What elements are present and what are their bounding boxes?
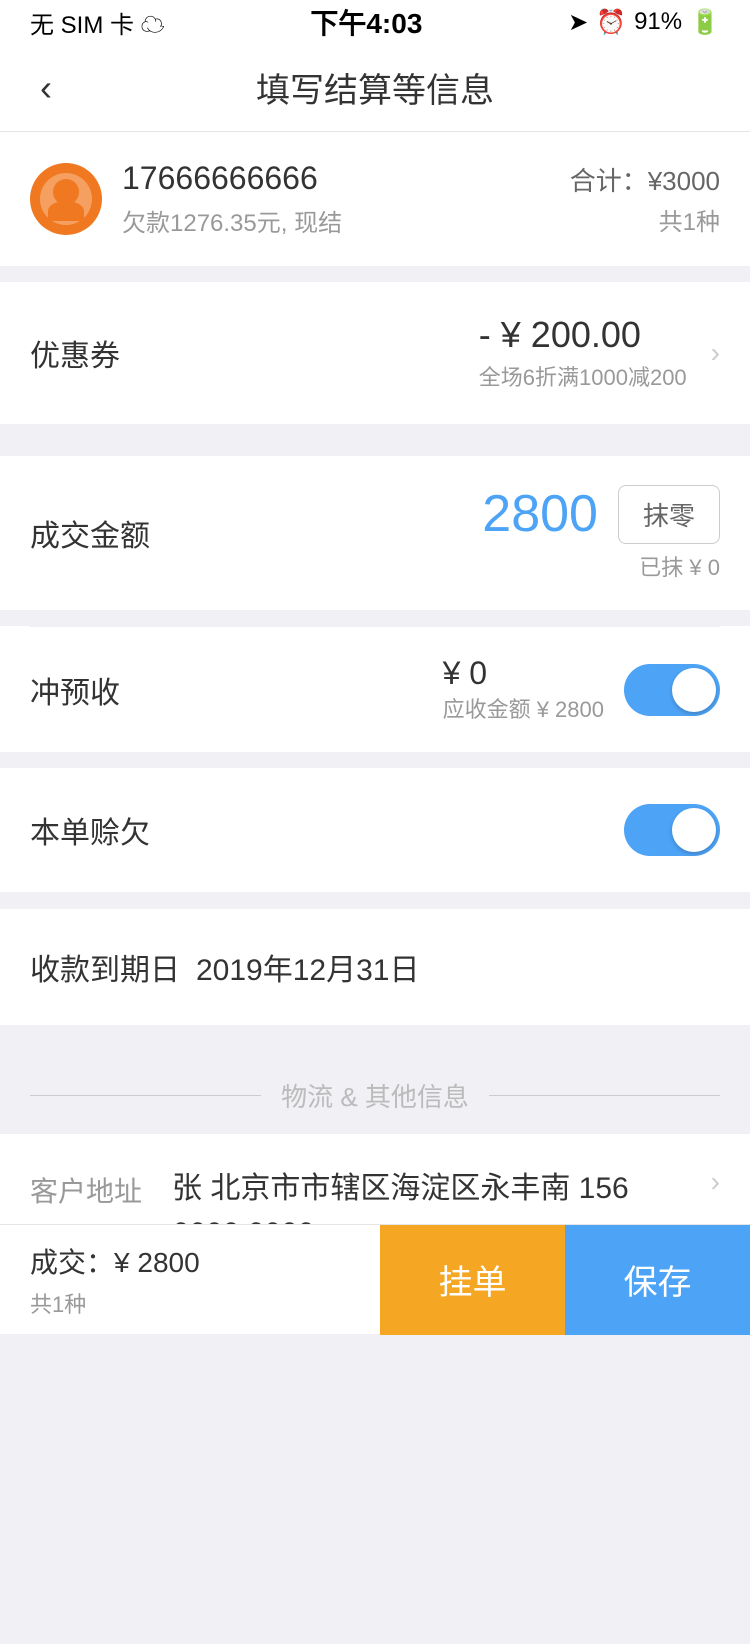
total-count: 共1种: [570, 202, 720, 237]
prepay-sub: 应收金额 ¥ 2800: [443, 692, 604, 724]
amount-row: 成交金额 2800 抹零 已抹 ¥ 0: [0, 456, 750, 610]
sim-status: 无 SIM 卡 ☁: [30, 5, 165, 40]
arrears-toggle[interactable]: [624, 804, 720, 856]
duedate-row: 收款到期日 2019年12月31日: [0, 909, 750, 1025]
alarm-icon: ⏰: [596, 8, 626, 37]
arrears-toggle-circle: [672, 808, 716, 852]
bottom-spacer: [0, 1304, 750, 1504]
section-divider-3: [0, 1041, 750, 1057]
arrears-section: 本单赊欠: [0, 768, 750, 892]
coupon-detail: 全场6折满1000减200: [479, 360, 687, 392]
prepay-right: ¥ 0 应收金额 ¥ 2800: [443, 655, 720, 724]
bottom-bar: 成交：¥ 2800 共1种 挂单 保存: [0, 1224, 750, 1334]
bottom-deal-amount: ¥ 2800: [114, 1247, 200, 1278]
nav-bar: ‹ 填写结算等信息: [0, 44, 750, 132]
coupon-discount: - ¥ 200.00: [479, 314, 687, 356]
prepay-toggle[interactable]: [624, 664, 720, 716]
prepay-section: 冲预收 ¥ 0 应收金额 ¥ 2800: [0, 626, 750, 752]
logistics-divider: 物流 & 其他信息: [0, 1057, 750, 1134]
avatar-inner: [40, 173, 92, 225]
address-label: 客户地址: [30, 1170, 142, 1210]
prepay-label: 冲预收: [30, 668, 120, 712]
status-right: ➤ ⏰ 91% 🔋: [568, 8, 720, 37]
amount-label: 成交金额: [30, 511, 150, 555]
prepay-row: 冲预收 ¥ 0 应收金额 ¥ 2800: [0, 627, 750, 752]
amount-value: 2800: [482, 484, 598, 544]
amount-right-group: 2800 抹零 已抹 ¥ 0: [482, 484, 720, 582]
coupon-right: - ¥ 200.00 全场6折满1000减200 ›: [479, 314, 720, 392]
save-button[interactable]: 保存: [565, 1225, 750, 1335]
prepay-amount-group: ¥ 0 应收金额 ¥ 2800: [443, 655, 604, 724]
duedate-label: 收款到期日: [30, 945, 180, 989]
status-left: 无 SIM 卡 ☁: [30, 5, 165, 40]
coupon-info: - ¥ 200.00 全场6折满1000减200: [479, 314, 687, 392]
page-title: 填写结算等信息: [256, 63, 494, 112]
back-button[interactable]: ‹: [30, 57, 62, 119]
toggle-circle: [672, 668, 716, 712]
coupon-section: 优惠券 - ¥ 200.00 全场6折满1000减200 ›: [0, 282, 750, 424]
status-bar: 无 SIM 卡 ☁ 下午4:03 ➤ ⏰ 91% 🔋: [0, 0, 750, 44]
customer-card: 17666666666 欠款1276.35元, 现结 合计：¥3000 共1种: [0, 132, 750, 266]
prepay-amount: ¥ 0: [443, 655, 604, 692]
location-icon: ➤: [568, 8, 588, 37]
amount-section: 成交金额 2800 抹零 已抹 ¥ 0: [0, 456, 750, 610]
customer-info: 17666666666 欠款1276.35元, 现结: [122, 160, 342, 238]
bottom-count: 共1种: [30, 1287, 350, 1319]
address-chevron-icon: ›: [711, 1166, 720, 1198]
duedate-value: 2019年12月31日: [196, 945, 419, 989]
amount-sub: 已抹 ¥ 0: [482, 550, 720, 582]
logistics-line-left: [30, 1095, 261, 1096]
coupon-row[interactable]: 优惠券 - ¥ 200.00 全场6折满1000减200 ›: [0, 282, 750, 424]
logistics-line-right: [489, 1095, 720, 1096]
duedate-section: 收款到期日 2019年12月31日: [0, 908, 750, 1025]
customer-left: 17666666666 欠款1276.35元, 现结: [30, 160, 342, 238]
status-time: 下午4:03: [310, 2, 422, 42]
customer-phone: 17666666666: [122, 160, 342, 197]
pending-button[interactable]: 挂单: [380, 1225, 565, 1335]
battery-level: 91%: [634, 8, 682, 36]
customer-right: 合计：¥3000 共1种: [570, 161, 720, 237]
bottom-deal-line: 成交：¥ 2800: [30, 1241, 350, 1281]
coupon-chevron-icon: ›: [711, 337, 720, 369]
coupon-label: 优惠券: [30, 331, 120, 375]
battery-icon: 🔋: [690, 8, 720, 37]
customer-sub: 欠款1276.35元, 现结: [122, 203, 342, 238]
logistics-text: 物流 & 其他信息: [281, 1077, 469, 1114]
arrears-row: 本单赊欠: [0, 768, 750, 892]
section-divider-2: [0, 752, 750, 768]
bottom-summary: 成交：¥ 2800 共1种: [0, 1241, 380, 1319]
arrears-label: 本单赊欠: [30, 808, 150, 852]
bottom-deal-label: 成交：: [30, 1247, 114, 1278]
avatar: [30, 163, 102, 235]
section-divider-1: [0, 440, 750, 456]
content-area: 17666666666 欠款1276.35元, 现结 合计：¥3000 共1种 …: [0, 132, 750, 1644]
round-button[interactable]: 抹零: [618, 485, 720, 544]
total-label: 合计：¥3000: [570, 161, 720, 198]
